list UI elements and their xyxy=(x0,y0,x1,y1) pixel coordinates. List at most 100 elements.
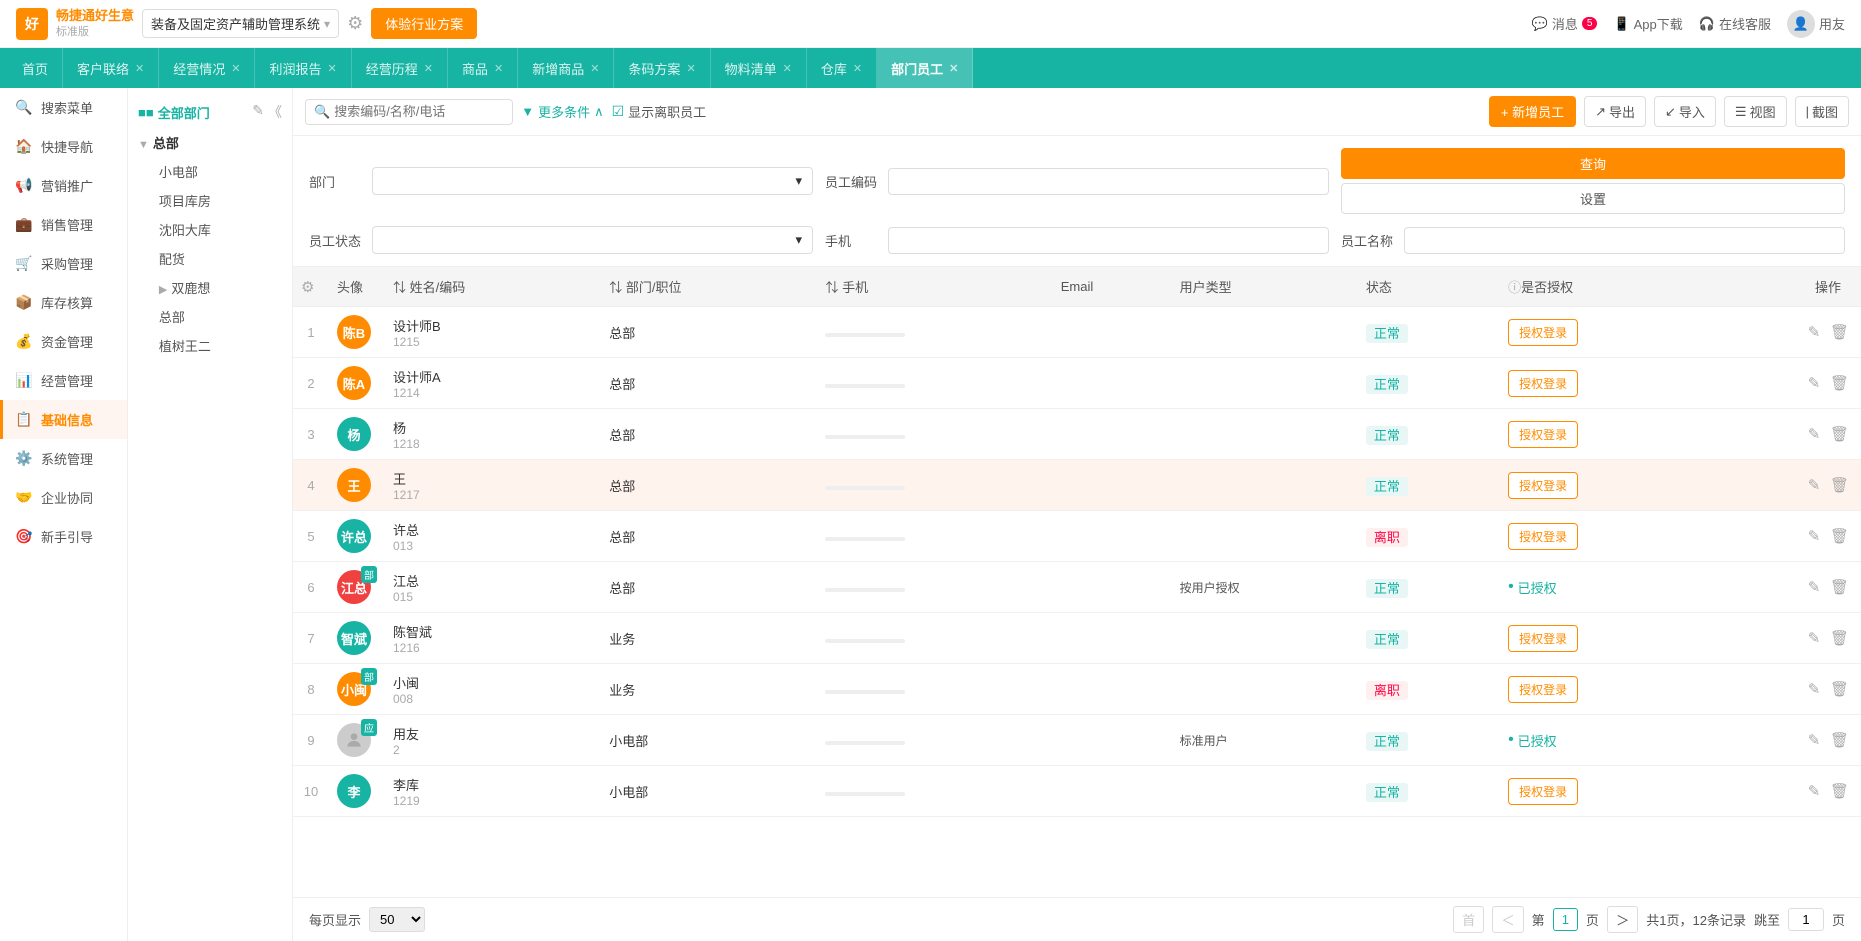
edit-icon[interactable]: ✎ xyxy=(1808,579,1821,596)
tree-item[interactable]: 项目库房 xyxy=(128,186,292,215)
nav-tab-经营情况[interactable]: 经营情况✕ xyxy=(159,48,255,88)
auth-button[interactable]: 授权登录 xyxy=(1508,523,1578,550)
edit-icon[interactable]: ✎ xyxy=(1808,426,1821,443)
prev-page-button[interactable]: ＜ xyxy=(1492,906,1523,933)
nav-tab-close-icon[interactable]: ✕ xyxy=(590,62,599,75)
nav-tab-close-icon[interactable]: ✕ xyxy=(494,62,503,75)
edit-icon[interactable]: ✎ xyxy=(1808,732,1821,749)
online-service-item[interactable]: 🎧 在线客服 xyxy=(1699,14,1771,33)
edit-dept-icon[interactable]: ✎ xyxy=(252,102,264,122)
emp-code-input[interactable] xyxy=(888,168,1329,195)
sidebar-item-guide[interactable]: 🎯 新手引导 xyxy=(0,517,127,556)
sidebar-item-operation[interactable]: 📊 经营管理 xyxy=(0,361,127,400)
page-size-select[interactable]: 50 100 xyxy=(369,907,425,932)
delete-icon[interactable]: 🗑 xyxy=(1830,477,1849,494)
dept-select[interactable]: ▾ xyxy=(372,167,813,195)
nav-tab-商品[interactable]: 商品✕ xyxy=(448,48,518,88)
emp-name-input[interactable] xyxy=(1404,227,1845,254)
nav-tab-close-icon[interactable]: ✕ xyxy=(424,62,433,75)
auth-button[interactable]: 授权登录 xyxy=(1508,472,1578,499)
tree-item[interactable]: 总部 xyxy=(128,302,292,331)
sidebar-item-sales[interactable]: 💼 销售管理 xyxy=(0,205,127,244)
user-item[interactable]: 👤 用友 xyxy=(1787,10,1845,38)
nav-tab-close-icon[interactable]: ✕ xyxy=(949,62,958,75)
edit-icon[interactable]: ✎ xyxy=(1808,477,1821,494)
next-page-button[interactable]: ＞ xyxy=(1607,906,1638,933)
first-page-button[interactable]: 首 xyxy=(1453,906,1484,933)
sidebar-item-collab[interactable]: 🤝 企业协同 xyxy=(0,478,127,517)
app-download-item[interactable]: 📱 App下载 xyxy=(1613,14,1682,33)
auth-button[interactable]: 授权登录 xyxy=(1508,319,1578,346)
nav-tab-close-icon[interactable]: ✕ xyxy=(783,62,792,75)
sidebar-item-shortcut[interactable]: 🏠 快捷导航 xyxy=(0,127,127,166)
delete-icon[interactable]: 🗑 xyxy=(1830,579,1849,596)
tree-item[interactable]: 植树王二 xyxy=(128,331,292,360)
sidebar-item-finance[interactable]: 💰 资金管理 xyxy=(0,322,127,361)
nav-tab-首页[interactable]: 首页 xyxy=(8,48,63,88)
edit-icon[interactable]: ✎ xyxy=(1808,375,1821,392)
nav-tab-部门员工[interactable]: 部门员工✕ xyxy=(877,48,973,88)
sidebar-item-purchase[interactable]: 🛒 采购管理 xyxy=(0,244,127,283)
page-jump-input[interactable] xyxy=(1788,908,1824,931)
nav-tab-物料清单[interactable]: 物料清单✕ xyxy=(711,48,807,88)
nav-tab-close-icon[interactable]: ✕ xyxy=(231,62,240,75)
sidebar-item-search[interactable]: 🔍 搜索菜单 xyxy=(0,88,127,127)
tree-item[interactable]: 小电部 xyxy=(128,157,292,186)
nav-tab-仓库[interactable]: 仓库✕ xyxy=(807,48,877,88)
add-employee-button[interactable]: + 新增员工 xyxy=(1489,96,1576,127)
edit-icon[interactable]: ✎ xyxy=(1808,324,1821,341)
message-item[interactable]: 💬 消息 5 xyxy=(1532,14,1598,33)
trial-button[interactable]: 体验行业方案 xyxy=(371,8,477,39)
delete-icon[interactable]: 🗑 xyxy=(1830,528,1849,545)
auth-button[interactable]: 授权登录 xyxy=(1508,778,1578,805)
delete-icon[interactable]: 🗑 xyxy=(1830,732,1849,749)
tree-item[interactable]: ▶双鹿想 xyxy=(128,273,292,302)
nav-tab-新增商品[interactable]: 新增商品✕ xyxy=(518,48,614,88)
collapse-icon[interactable]: 《 xyxy=(268,102,282,122)
nav-tab-利润报告[interactable]: 利润报告✕ xyxy=(255,48,351,88)
nav-tab-客户联络[interactable]: 客户联络✕ xyxy=(63,48,159,88)
import-button[interactable]: ↙ 导入 xyxy=(1654,96,1716,127)
delete-icon[interactable]: 🗑 xyxy=(1830,630,1849,647)
auth-button[interactable]: 授权登录 xyxy=(1508,370,1578,397)
tree-item[interactable]: ▼总部 xyxy=(128,128,292,157)
settings-icon[interactable]: ⚙ xyxy=(347,13,363,34)
edit-icon[interactable]: ✎ xyxy=(1808,528,1821,545)
search-input[interactable] xyxy=(334,104,504,119)
auth-button[interactable]: 授权登录 xyxy=(1508,676,1578,703)
edit-icon[interactable]: ✎ xyxy=(1808,783,1821,800)
nav-tab-条码方案[interactable]: 条码方案✕ xyxy=(614,48,710,88)
nav-tab-close-icon[interactable]: ✕ xyxy=(328,62,337,75)
delete-icon[interactable]: 🗑 xyxy=(1830,426,1849,443)
filter-btn[interactable]: ▼ 更多条件 ∧ xyxy=(521,102,603,121)
auth-button[interactable]: 授权登录 xyxy=(1508,421,1578,448)
show-resigned-toggle[interactable]: ☑ 显示离职员工 xyxy=(612,102,707,121)
delete-icon[interactable]: 🗑 xyxy=(1830,681,1849,698)
edit-icon[interactable]: ✎ xyxy=(1808,681,1821,698)
emp-status-select[interactable]: ▾ xyxy=(372,226,813,254)
delete-icon[interactable]: 🗑 xyxy=(1830,783,1849,800)
more-button[interactable]: | 截图 xyxy=(1795,96,1849,127)
delete-icon[interactable]: 🗑 xyxy=(1830,375,1849,392)
nav-tab-close-icon[interactable]: ✕ xyxy=(686,62,695,75)
sidebar-item-basic[interactable]: 📋 基础信息 xyxy=(0,400,127,439)
export-button[interactable]: ↗ 导出 xyxy=(1584,96,1646,127)
delete-icon[interactable]: 🗑 xyxy=(1830,324,1849,341)
sidebar-item-inventory[interactable]: 📦 库存核算 xyxy=(0,283,127,322)
search-button[interactable]: 查询 xyxy=(1341,148,1845,179)
all-dept-label[interactable]: ■■ 全部部门 xyxy=(138,103,210,122)
form-settings-button[interactable]: 设置 xyxy=(1341,183,1845,214)
nav-tab-close-icon[interactable]: ✕ xyxy=(135,62,144,75)
nav-tab-经营历程[interactable]: 经营历程✕ xyxy=(352,48,448,88)
phone-input[interactable] xyxy=(888,227,1329,254)
sidebar-item-marketing[interactable]: 📢 营销推广 xyxy=(0,166,127,205)
nav-tab-close-icon[interactable]: ✕ xyxy=(853,62,862,75)
tree-item[interactable]: 配货 xyxy=(128,244,292,273)
view-button[interactable]: ☰ 视图 xyxy=(1724,96,1787,127)
system-select[interactable]: 装备及固定资产辅助管理系统 ▾ xyxy=(142,9,339,38)
sidebar-item-system[interactable]: ⚙️ 系统管理 xyxy=(0,439,127,478)
tree-item[interactable]: 沈阳大库 xyxy=(128,215,292,244)
edit-icon[interactable]: ✎ xyxy=(1808,630,1821,647)
table-settings-icon[interactable]: ⚙ xyxy=(301,279,314,296)
auth-button[interactable]: 授权登录 xyxy=(1508,625,1578,652)
